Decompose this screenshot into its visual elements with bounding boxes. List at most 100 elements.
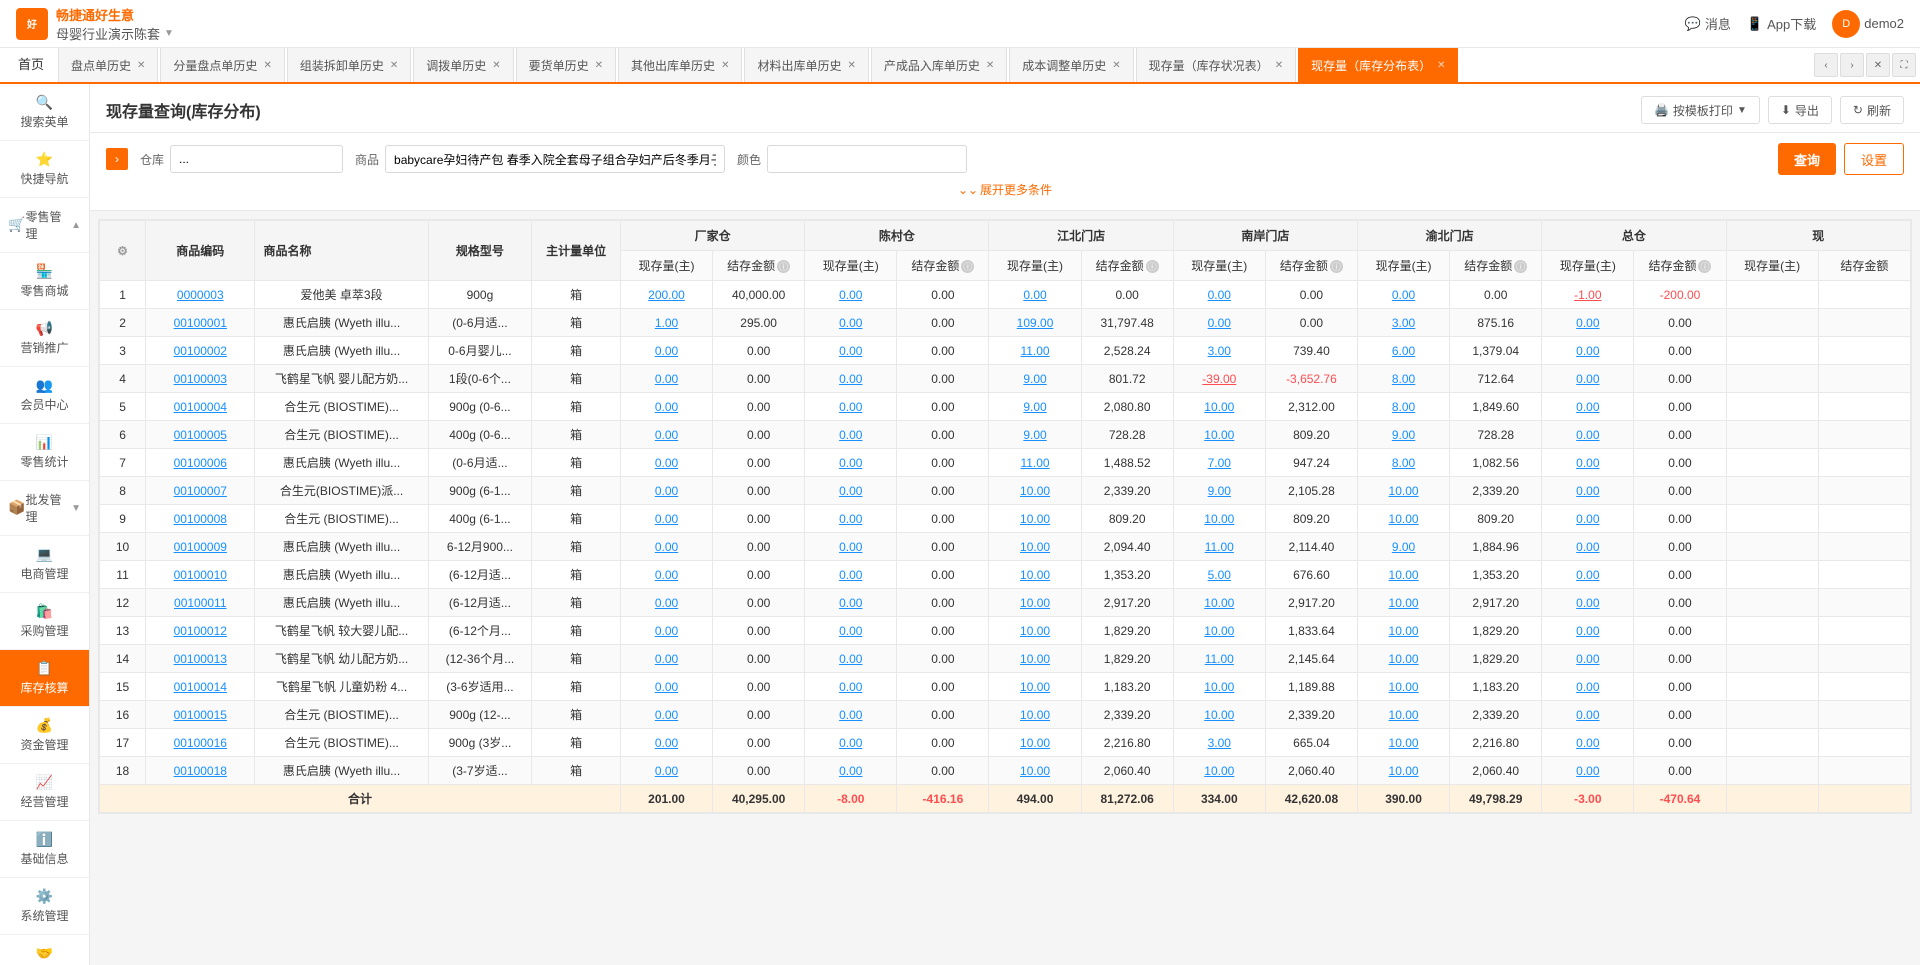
table-cell[interactable]: -39.00 [1173,365,1265,393]
info-icon[interactable]: ⓘ [1514,260,1527,273]
sidebar-item-purchase[interactable]: 🛍️ 采购管理 [0,593,89,650]
info-icon[interactable]: ⓘ [1698,260,1711,273]
table-cell[interactable]: 11.00 [989,449,1081,477]
table-cell[interactable]: 0.00 [805,617,897,645]
table-cell[interactable]: 0.00 [620,729,712,757]
table-cell[interactable]: 0.00 [1542,365,1634,393]
table-cell[interactable]: 10.00 [1173,701,1265,729]
table-cell[interactable]: 0.00 [1542,449,1634,477]
table-cell[interactable]: 00100007 [146,477,255,505]
tab-close-icon[interactable]: ✕ [721,60,729,71]
table-cell[interactable]: 00100002 [146,337,255,365]
tab-assemble-split[interactable]: 组装拆卸单历史 ✕ [287,48,411,83]
table-cell[interactable]: 10.00 [1358,617,1450,645]
table-cell[interactable]: 0.00 [1542,729,1634,757]
table-cell[interactable]: 0.00 [1542,505,1634,533]
table-cell[interactable]: 00100004 [146,393,255,421]
tab-material-out[interactable]: 材料出库单历史 ✕ [744,48,868,83]
setting-button[interactable]: 设置 [1844,143,1904,175]
table-cell[interactable]: 9.00 [1358,533,1450,561]
sidebar-item-member[interactable]: 👥 会员中心 [0,367,89,424]
table-cell[interactable]: 9.00 [1358,421,1450,449]
table-cell[interactable]: 0.00 [805,309,897,337]
table-cell[interactable]: 10.00 [1358,561,1450,589]
table-cell[interactable]: 0.00 [620,393,712,421]
table-cell[interactable]: 0.00 [1542,309,1634,337]
table-cell[interactable]: 11.00 [1173,533,1265,561]
sidebar-item-ecommerce[interactable]: 💻 电商管理 [0,536,89,593]
table-cell[interactable]: 00100006 [146,449,255,477]
table-cell[interactable]: 0.00 [1542,673,1634,701]
sidebar-item-basic[interactable]: ℹ️ 基础信息 [0,821,89,878]
table-cell[interactable]: 00100014 [146,673,255,701]
sidebar-item-system[interactable]: ⚙️ 系统管理 [0,878,89,935]
table-cell[interactable]: 11.00 [1173,645,1265,673]
table-cell[interactable]: 0.00 [805,337,897,365]
print-button[interactable]: 🖨️ 按模板打印 ▼ [1641,96,1760,124]
tab-close-icon[interactable]: ✕ [137,60,145,71]
table-cell[interactable]: 0.00 [1542,477,1634,505]
tab-stock-dist[interactable]: 现存量（库存分布表） ✕ [1298,48,1458,83]
info-icon[interactable]: ⓘ [1146,260,1159,273]
table-cell[interactable]: 8.00 [1358,365,1450,393]
sidebar-item-marketing[interactable]: 📢 营销推广 [0,310,89,367]
table-cell[interactable]: 10.00 [989,477,1081,505]
table-cell[interactable]: 0.00 [805,561,897,589]
table-cell[interactable]: 9.00 [989,393,1081,421]
table-cell[interactable]: 00100005 [146,421,255,449]
table-cell[interactable]: 0.00 [620,477,712,505]
table-cell[interactable]: 3.00 [1358,309,1450,337]
tab-close-icon[interactable]: ✕ [1275,60,1283,71]
table-cell[interactable]: 0.00 [620,449,712,477]
table-cell[interactable]: 00100018 [146,757,255,785]
table-cell[interactable]: 10.00 [1358,757,1450,785]
table-cell[interactable]: 0.00 [805,505,897,533]
tab-close-icon[interactable]: ✕ [847,60,855,71]
table-cell[interactable]: 0.00 [805,701,897,729]
table-cell[interactable]: 0.00 [1173,281,1265,309]
table-cell[interactable]: 0.00 [620,505,712,533]
query-button[interactable]: 查询 [1778,143,1836,175]
tab-home[interactable]: 首页 [4,48,58,83]
info-icon[interactable]: ⓘ [961,260,974,273]
table-cell[interactable]: 10.00 [989,673,1081,701]
table-cell[interactable]: -1.00 [1542,281,1634,309]
table-cell[interactable]: 00100008 [146,505,255,533]
table-cell[interactable]: 0.00 [620,561,712,589]
table-cell[interactable]: 0.00 [1542,617,1634,645]
table-cell[interactable]: 00100001 [146,309,255,337]
tab-close-icon[interactable]: ✕ [595,60,603,71]
sidebar-item-inventory[interactable]: 📋 库存核算 [0,650,89,707]
table-cell[interactable]: 10.00 [1173,505,1265,533]
table-cell[interactable]: 0.00 [1542,757,1634,785]
table-cell[interactable]: 9.00 [1173,477,1265,505]
table-cell[interactable]: 8.00 [1358,449,1450,477]
sidebar-item-search[interactable]: 🔍 搜索英单 [0,84,89,141]
table-cell[interactable]: 10.00 [989,701,1081,729]
table-cell[interactable]: 0.00 [805,421,897,449]
table-cell[interactable]: 0.00 [1542,561,1634,589]
table-cell[interactable]: 00100012 [146,617,255,645]
tab-product-in[interactable]: 产成品入库单历史 ✕ [871,48,1007,83]
table-cell[interactable]: 9.00 [989,421,1081,449]
table-cell[interactable]: 00100003 [146,365,255,393]
sidebar-item-retail-mall[interactable]: 🏪 零售商城 [0,253,89,310]
table-cell[interactable]: 0.00 [1542,337,1634,365]
tab-cost-adjust[interactable]: 成本调整单历史 ✕ [1009,48,1133,83]
table-cell[interactable]: 0.00 [620,645,712,673]
table-cell[interactable]: 0.00 [805,589,897,617]
warehouse-input[interactable] [170,145,343,173]
table-cell[interactable]: 10.00 [989,729,1081,757]
expand-conditions-button[interactable]: ⌄⌄ 展开更多条件 [958,175,1052,200]
table-cell[interactable]: 0.00 [1542,701,1634,729]
table-cell[interactable]: 10.00 [989,505,1081,533]
table-cell[interactable]: 0.00 [620,365,712,393]
table-cell[interactable]: 00100013 [146,645,255,673]
table-cell[interactable]: 9.00 [989,365,1081,393]
tab-prev-button[interactable]: ‹ [1814,53,1838,77]
table-cell[interactable]: 10.00 [1358,701,1450,729]
table-cell[interactable]: 0.00 [1542,393,1634,421]
tab-close-all-button[interactable]: ✕ [1866,53,1890,77]
sidebar-item-quicknav[interactable]: ⭐ 快捷导航 [0,141,89,198]
table-cell[interactable]: 10.00 [1173,617,1265,645]
